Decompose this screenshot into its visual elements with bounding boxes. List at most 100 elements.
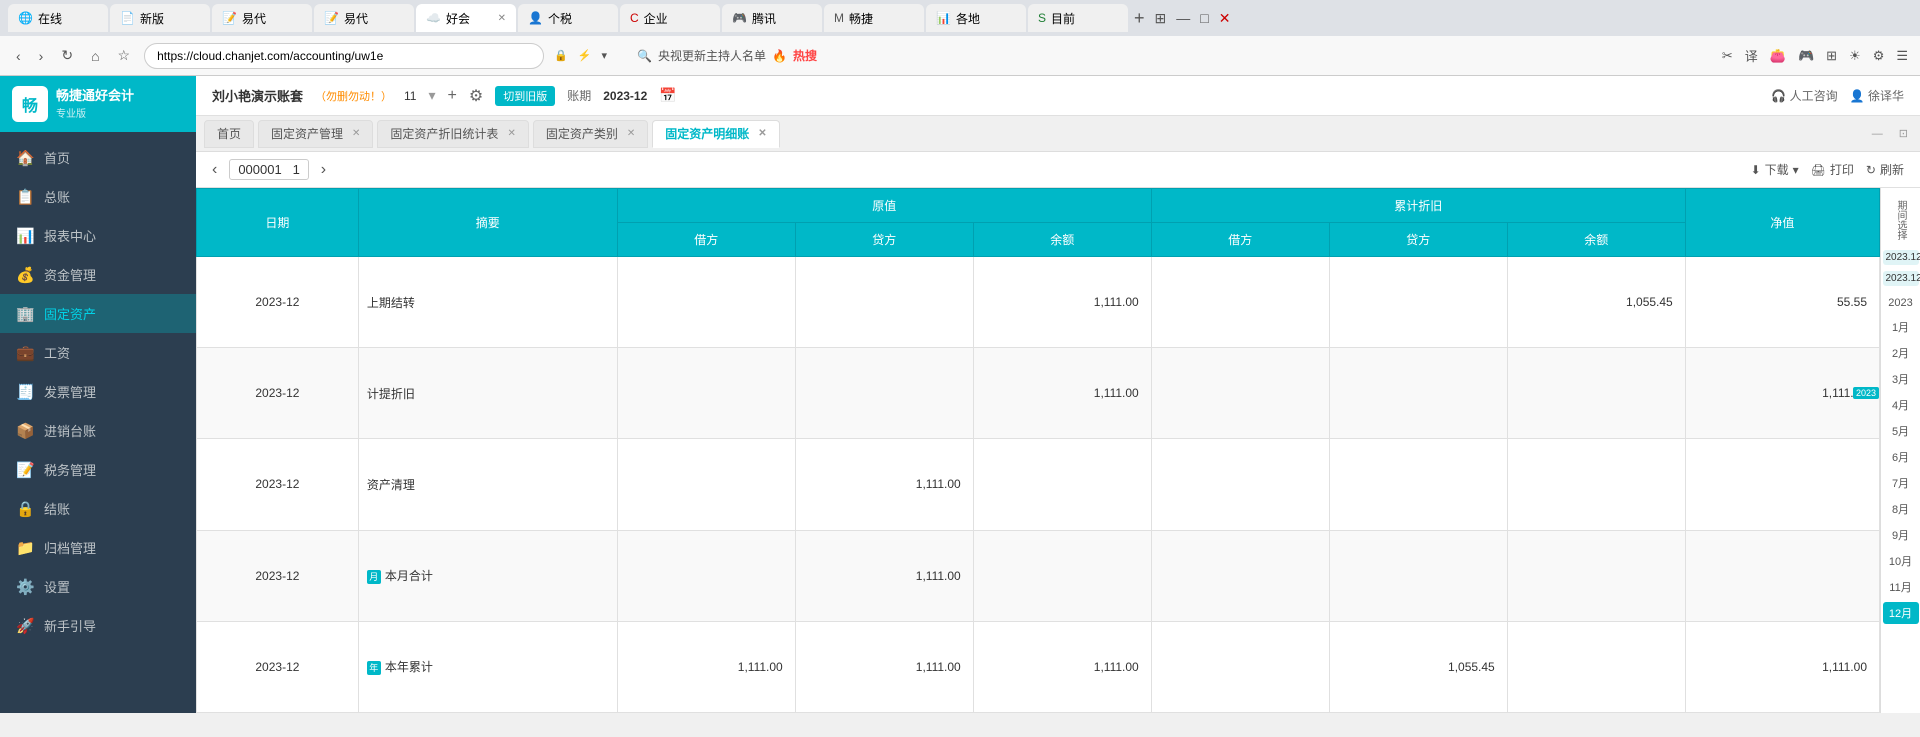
- sidebar-item-settings[interactable]: ⚙️ 设置: [0, 567, 196, 606]
- prev-page-button[interactable]: ‹: [212, 161, 217, 179]
- browser-tab-geshui[interactable]: 👤 个税: [518, 4, 618, 32]
- browser-tab-online[interactable]: 🌐 在线: [8, 4, 108, 32]
- calendar-icon[interactable]: 📅: [659, 87, 676, 104]
- browser-tab-yidai1[interactable]: 📝 易代: [212, 4, 312, 32]
- settings-icon[interactable]: ⚙: [1873, 48, 1885, 64]
- browser-tab-gedi[interactable]: 📊 各地: [926, 4, 1026, 32]
- period-date-display-2: 2023.12: [1883, 271, 1919, 286]
- tab-close-icon[interactable]: ✕: [507, 128, 515, 139]
- back-button[interactable]: ‹: [12, 44, 25, 68]
- browser-tab-muqian[interactable]: S 目前: [1028, 4, 1128, 32]
- tab-asset-detail-ledger[interactable]: 固定资产明细账 ✕: [652, 120, 779, 148]
- month-6-item[interactable]: 6月: [1883, 446, 1919, 468]
- sidebar-item-label: 归档管理: [44, 538, 96, 557]
- month-8-item[interactable]: 8月: [1883, 498, 1919, 520]
- cell-net-value: [1685, 439, 1879, 530]
- sidebar-item-closing[interactable]: 🔒 结账: [0, 489, 196, 528]
- browser-tab-haohui[interactable]: ☁️ 好会 ✕: [416, 4, 516, 32]
- home-button[interactable]: ⌂: [87, 44, 103, 68]
- table-container: 日期 摘要 原值 累计折旧: [196, 188, 1880, 713]
- sidebar-item-fixed-assets[interactable]: 🏢 固定资产: [0, 294, 196, 333]
- browser-tab-tencent[interactable]: 🎮 腾讯: [722, 4, 822, 32]
- tab-expand-button[interactable]: ⊡: [1895, 125, 1912, 142]
- browser-tab-yidai2[interactable]: 📝 易代: [314, 4, 414, 32]
- wallet-icon[interactable]: 👛: [1770, 48, 1786, 64]
- print-icon: 🖨: [1811, 163, 1826, 177]
- tab-fixed-assets-mgmt[interactable]: 固定资产管理 ✕: [258, 120, 373, 148]
- tab-asset-category[interactable]: 固定资产类别 ✕: [533, 120, 648, 148]
- month-12-item[interactable]: 12月: [1883, 602, 1919, 624]
- tab-minimize-button[interactable]: —: [1868, 126, 1887, 142]
- tab-menu-button[interactable]: ⊞: [1151, 6, 1171, 31]
- browser-tab-qiye[interactable]: C 企业: [620, 4, 720, 32]
- tab-home[interactable]: 首页: [204, 120, 254, 148]
- menu-icon[interactable]: ☰: [1896, 48, 1908, 64]
- account-count: 11: [404, 89, 416, 103]
- month-11-item[interactable]: 11月: [1883, 576, 1919, 598]
- archive-icon: 📁: [16, 539, 34, 557]
- cell-acc-debit: [1151, 621, 1329, 712]
- switch-version-button[interactable]: 切到旧版: [495, 86, 555, 106]
- forward-button[interactable]: ›: [35, 44, 48, 68]
- grid-icon[interactable]: ⊞: [1826, 48, 1837, 64]
- refresh-button[interactable]: ↻: [57, 43, 77, 68]
- print-button[interactable]: 🖨 打印: [1811, 161, 1854, 178]
- tab-close-icon[interactable]: ✕: [498, 13, 506, 24]
- tab-depreciation-stats[interactable]: 固定资产折旧统计表 ✕: [377, 120, 528, 148]
- sidebar-item-archive[interactable]: 📁 归档管理: [0, 528, 196, 567]
- settings-account-button[interactable]: ⚙: [469, 86, 483, 106]
- tab-close-active-icon[interactable]: ✕: [758, 128, 766, 139]
- translate-icon[interactable]: 译: [1745, 46, 1758, 65]
- month-7-item[interactable]: 7月: [1883, 472, 1919, 494]
- search-area: 🔍 央视更新主持人名单 🔥 热搜: [637, 47, 817, 64]
- month-5-item[interactable]: 5月: [1883, 420, 1919, 442]
- sidebar-item-home[interactable]: 🏠 首页: [0, 138, 196, 177]
- tab-actions: — ⊡: [1868, 125, 1912, 142]
- sidebar-item-funds[interactable]: 💰 资金管理: [0, 255, 196, 294]
- month-3-item[interactable]: 3月: [1883, 368, 1919, 390]
- user-button[interactable]: 👤 徐译华: [1850, 87, 1904, 104]
- month-4-item[interactable]: 4月: [1883, 394, 1919, 416]
- sidebar-item-reports[interactable]: 📊 报表中心: [0, 216, 196, 255]
- sidebar-item-invoice[interactable]: 🧾 发票管理: [0, 372, 196, 411]
- close-button[interactable]: ✕: [1215, 6, 1235, 31]
- tab-close-icon[interactable]: ✕: [352, 128, 360, 139]
- next-page-button[interactable]: ›: [321, 161, 326, 179]
- consult-button[interactable]: 🎧 人工咨询: [1771, 87, 1837, 104]
- sidebar-item-tax[interactable]: 📝 税务管理: [0, 450, 196, 489]
- month-10-item[interactable]: 10月: [1883, 550, 1919, 572]
- dropdown-icon[interactable]: ▾: [602, 49, 608, 62]
- sidebar-item-general-ledger[interactable]: 📋 总账: [0, 177, 196, 216]
- month-2-item[interactable]: 2月: [1883, 342, 1919, 364]
- header-date: 日期: [197, 189, 359, 257]
- table-row: 2023-12 月本月合计 1,111.00: [197, 530, 1880, 621]
- browser-tab-new[interactable]: 📄 新版: [110, 4, 210, 32]
- maximize-button[interactable]: □: [1196, 6, 1212, 30]
- refresh-button[interactable]: ↻ 刷新: [1866, 161, 1904, 178]
- sidebar-item-payroll[interactable]: 💼 工资: [0, 333, 196, 372]
- browser-tab-changjie[interactable]: M 畅捷: [824, 4, 924, 32]
- add-account-button[interactable]: +: [448, 87, 457, 105]
- cell-orig-debit: [617, 257, 795, 348]
- address-input[interactable]: [144, 43, 544, 69]
- game-icon[interactable]: 🎮: [1798, 48, 1814, 64]
- scissors-icon[interactable]: ✂: [1722, 48, 1733, 64]
- new-tab-button[interactable]: +: [1130, 4, 1149, 33]
- table-row: 2023-12 上期结转 1,111.00 1,055.45 55.55: [197, 257, 1880, 348]
- report-icon: 📊: [16, 227, 34, 245]
- hot-search-label[interactable]: 热搜: [793, 47, 817, 64]
- tab-close-icon[interactable]: ✕: [627, 128, 635, 139]
- month-9-item[interactable]: 9月: [1883, 524, 1919, 546]
- sidebar-item-guide[interactable]: 🚀 新手引导: [0, 606, 196, 645]
- sidebar-item-purchase-sale[interactable]: 📦 进销台账: [0, 411, 196, 450]
- hot-search-icon[interactable]: 🔥: [772, 49, 787, 63]
- dropdown-arrow[interactable]: ▾: [428, 87, 435, 104]
- download-button[interactable]: ⬇ 下载 ▾: [1751, 161, 1799, 178]
- bookmark-button[interactable]: ☆: [114, 43, 135, 68]
- brightness-icon[interactable]: ☀: [1849, 48, 1861, 64]
- minimize-button[interactable]: —: [1172, 6, 1194, 30]
- cell-orig-debit: [617, 530, 795, 621]
- month-1-item[interactable]: 1月: [1883, 316, 1919, 338]
- month-year-item[interactable]: 2023: [1883, 294, 1919, 312]
- sidebar-item-label: 税务管理: [44, 460, 96, 479]
